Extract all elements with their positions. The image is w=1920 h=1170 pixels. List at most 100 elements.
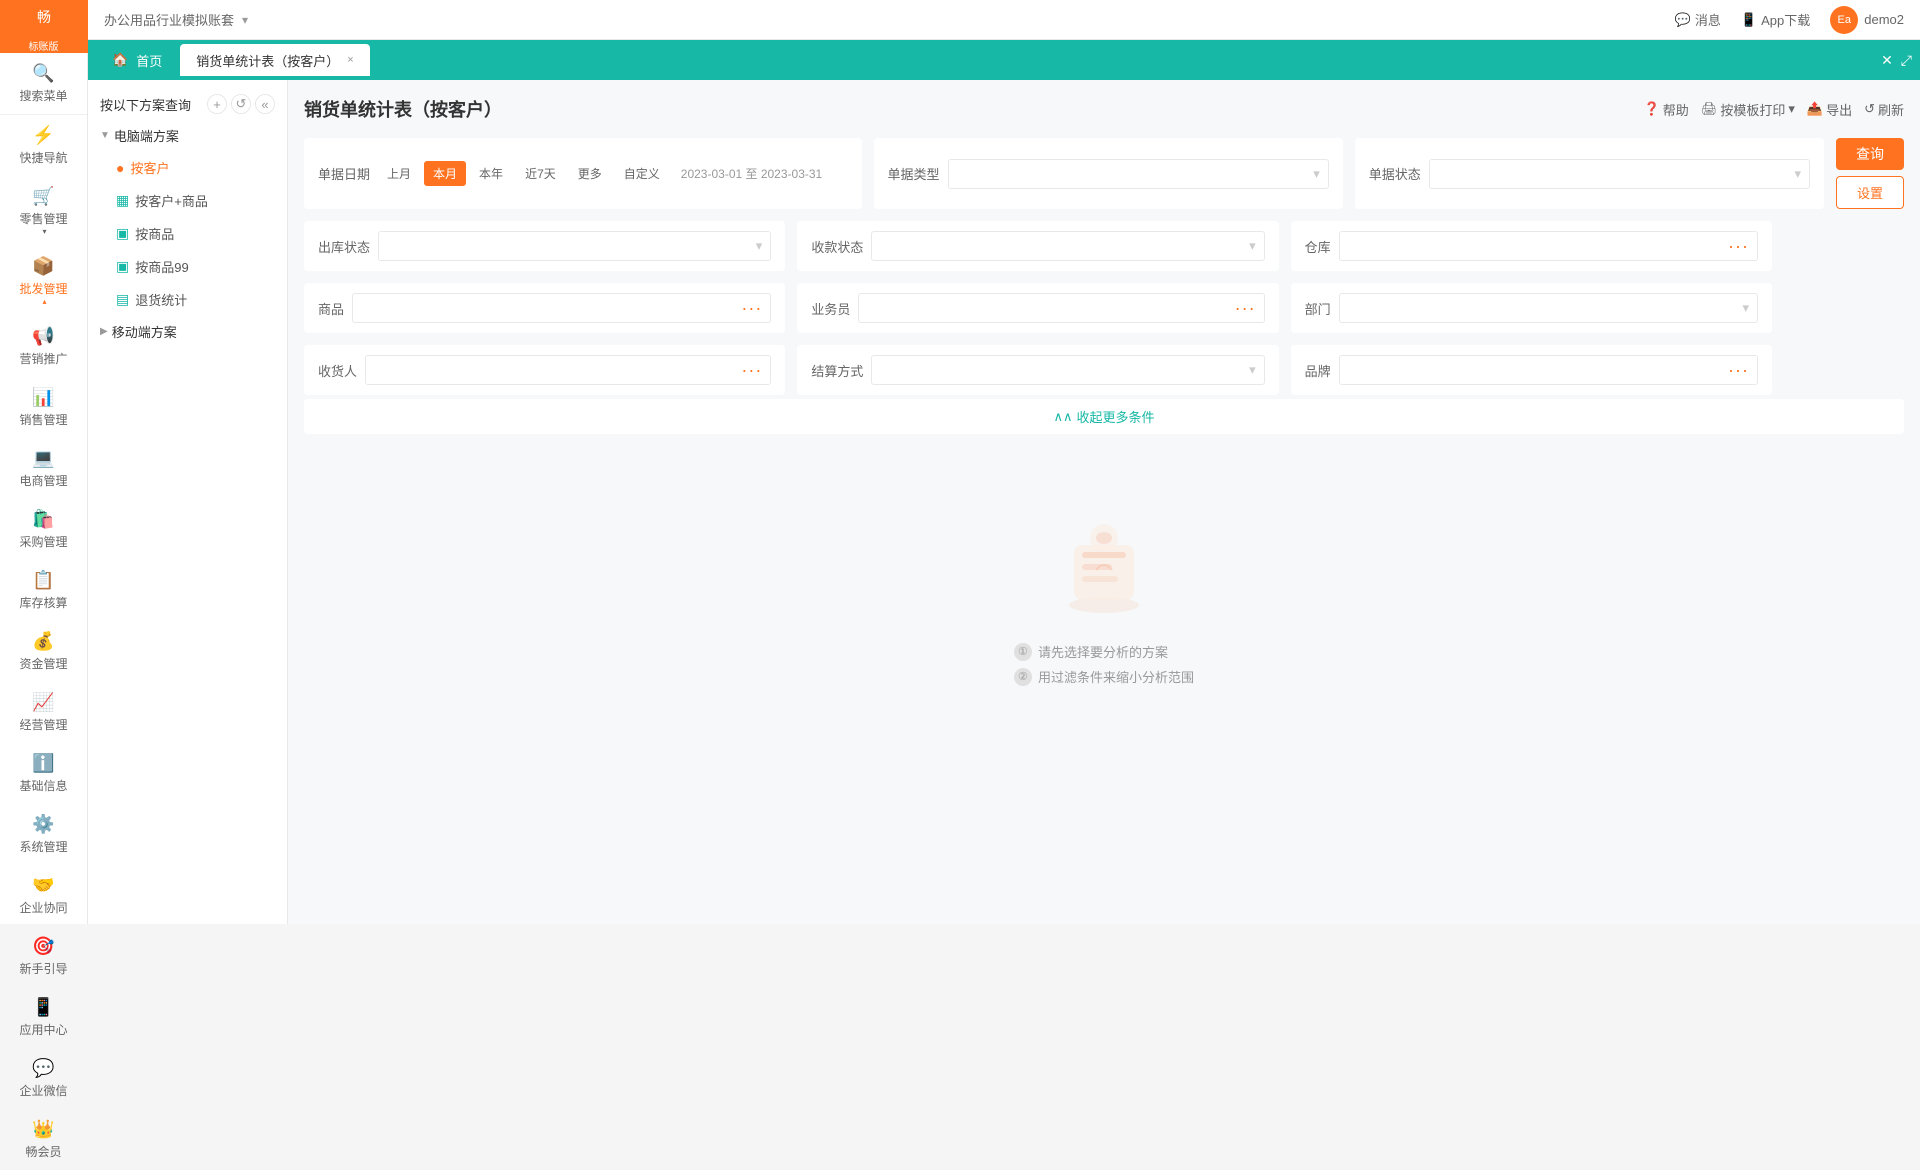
sidebar-item-qiye[interactable]: 🤝 企业协同: [0, 865, 87, 926]
doc-status-select[interactable]: ▾: [1429, 159, 1810, 189]
scheme-item-by-product-99[interactable]: ▣ 按商品99: [88, 250, 287, 283]
print-btn[interactable]: 🖨 按模板打印 ▾: [1701, 100, 1795, 119]
receiver-cell: 收货人 ···: [304, 345, 785, 395]
export-btn[interactable]: 📤 导出: [1807, 100, 1852, 119]
message-btn[interactable]: 💬 消息: [1675, 10, 1721, 29]
product-select[interactable]: ···: [352, 293, 771, 323]
topbar-title: 办公用品行业模拟账套: [104, 10, 234, 29]
sidebar: 畅 标账版 🔍 搜索菜单 ⚡ 快捷导航 🛒 零售管理 ▾ 📦 批发管理 ▴ 📢 …: [0, 0, 88, 924]
app-download-btn[interactable]: 📱 App下载: [1741, 10, 1810, 29]
receipt-status-cell: 收款状态 ▾: [797, 221, 1278, 271]
user-section[interactable]: Ea demo2: [1830, 6, 1904, 34]
message-icon: 💬: [1675, 12, 1691, 28]
query-button[interactable]: 查询: [1836, 138, 1904, 170]
sidebar-item-pifa[interactable]: 📦 批发管理 ▴: [0, 246, 87, 316]
date-btn-this-month[interactable]: 本月: [424, 161, 466, 186]
sidebar-item-kucun[interactable]: 📋 库存核算: [0, 560, 87, 621]
box2-icon: ▣: [116, 225, 129, 242]
scheme-item-by-customer[interactable]: ● 按客户: [88, 151, 287, 184]
maximize-window-icon[interactable]: ⤢: [1901, 52, 1912, 69]
scheme-add-btn[interactable]: +: [207, 94, 227, 114]
box3-icon: ▣: [116, 258, 129, 275]
collapse-bar[interactable]: ∧∧ 收起更多条件: [304, 399, 1904, 434]
date-btn-this-year[interactable]: 本年: [470, 161, 512, 186]
main-area: 办公用品行业模拟账套 ▾ 💬 消息 📱 App下载 Ea demo2 🏠 首页 …: [88, 0, 1920, 924]
department-label: 部门: [1305, 299, 1331, 318]
sidebar-item-kuaijie[interactable]: ⚡ 快捷导航: [0, 115, 87, 176]
tab-home[interactable]: 🏠 首页: [96, 44, 178, 76]
sidebar-item-xinshou[interactable]: 🎯 新手引导: [0, 926, 87, 987]
settings-button[interactable]: 设置: [1836, 176, 1904, 209]
date-btn-more[interactable]: 更多: [569, 161, 611, 186]
topbar-left: 办公用品行业模拟账套 ▾: [104, 10, 248, 29]
sidebar-item-lingshou[interactable]: 🛒 零售管理 ▾: [0, 176, 87, 246]
warehouse-label: 仓库: [1305, 237, 1331, 256]
warehouse-select[interactable]: ···: [1339, 231, 1758, 261]
triangle-down-icon: ▼: [100, 130, 110, 141]
sidebar-item-zijin[interactable]: 💰 资金管理: [0, 621, 87, 682]
date-btn-last-month[interactable]: 上月: [378, 161, 420, 186]
brand-select[interactable]: ···: [1339, 355, 1758, 385]
sidebar-item-dianshang[interactable]: 💻 电商管理: [0, 438, 87, 499]
doc-type-select[interactable]: ▾: [948, 159, 1329, 189]
sidebar-item-xitong[interactable]: ⚙️ 系统管理: [0, 804, 87, 865]
help-btn[interactable]: ❓ 帮助: [1644, 100, 1689, 119]
close-tab-icon[interactable]: ×: [347, 54, 353, 66]
out-status-select[interactable]: ▾: [378, 231, 771, 261]
scheme-group-mobile-header[interactable]: ▶ 移动端方案: [88, 316, 287, 347]
more-dots-icon: ···: [1728, 236, 1749, 257]
tab-sales-stats[interactable]: 销货单统计表（按客户） ×: [180, 44, 369, 76]
settlement-select[interactable]: ▾: [871, 355, 1264, 385]
sidebar-item-weixin[interactable]: 💬 企业微信: [0, 1048, 87, 1109]
sidebar-item-huiyuan[interactable]: 👑 畅会员: [0, 1109, 87, 1170]
scheme-refresh-btn[interactable]: ↺: [231, 94, 251, 114]
search-icon: 🔍: [32, 63, 54, 84]
scheme-group-desktop-header[interactable]: ▼ 电脑端方案: [88, 120, 287, 151]
receiver-label: 收货人: [318, 361, 357, 380]
print-dropdown-icon: ▾: [1788, 101, 1795, 117]
sidebar-item-jichu[interactable]: ℹ️ 基础信息: [0, 743, 87, 804]
sidebar-item-yingyong[interactable]: 📱 应用中心: [0, 987, 87, 1048]
date-filter-label: 单据日期: [318, 164, 370, 183]
salesperson-select[interactable]: ···: [858, 293, 1264, 323]
sidebar-item-yingxiao[interactable]: 📢 营销推广: [0, 316, 87, 377]
search-menu[interactable]: 🔍 搜索菜单: [0, 53, 87, 115]
close-window-icon[interactable]: ✕: [1881, 52, 1893, 69]
receiver-select[interactable]: ···: [365, 355, 771, 385]
sidebar-item-xiaoshou[interactable]: 📊 销售管理: [0, 377, 87, 438]
gear-icon: ⚙️: [32, 814, 54, 835]
salesperson-label: 业务员: [811, 299, 850, 318]
scheme-item-by-product[interactable]: ▣ 按商品: [88, 217, 287, 250]
chevron-down-icon: ▾: [42, 227, 46, 236]
empty-illustration: [1044, 510, 1164, 630]
topbar-dropdown[interactable]: ▾: [242, 13, 248, 27]
refresh-btn[interactable]: ↺ 刷新: [1864, 100, 1904, 119]
scheme-header-label: 按以下方案查询: [100, 95, 191, 114]
megaphone-icon: 📢: [32, 326, 54, 347]
clipboard-icon: 📋: [32, 570, 54, 591]
tabbar: 🏠 首页 销货单统计表（按客户） × ✕ ⤢: [88, 40, 1920, 80]
print-icon: 🖨: [1701, 101, 1718, 117]
chevron-down-icon6: ▾: [1249, 362, 1256, 378]
avatar: Ea: [1830, 6, 1858, 34]
date-btn-custom[interactable]: 自定义: [615, 161, 669, 186]
sidebar-item-caigou[interactable]: 🛍️ 采购管理: [0, 499, 87, 560]
department-select[interactable]: ▾: [1339, 293, 1758, 323]
product-label: 商品: [318, 299, 344, 318]
money-icon: 💰: [32, 631, 54, 652]
chart-bar-icon: ▦: [116, 192, 129, 209]
user-icon: ●: [116, 160, 124, 176]
date-btn-7days[interactable]: 近7天: [516, 161, 565, 186]
page-title-actions: ❓ 帮助 🖨 按模板打印 ▾ 📤 导出 ↺ 刷新: [1644, 100, 1904, 119]
settlement-label: 结算方式: [811, 361, 863, 380]
empty-tip-2: ② 用过滤条件来缩小分析范围: [1014, 667, 1194, 686]
export-icon: 📤: [1807, 101, 1823, 117]
scheme-group-desktop: ▼ 电脑端方案 ● 按客户 ▦ 按客户+商品 ▣ 按商品 ▣ 按商品99: [88, 120, 287, 316]
scheme-item-by-customer-product[interactable]: ▦ 按客户+商品: [88, 184, 287, 217]
sidebar-item-jingying[interactable]: 📈 经营管理: [0, 682, 87, 743]
scheme-collapse-btn[interactable]: «: [255, 94, 275, 114]
more-dots-icon3: ···: [1235, 298, 1256, 319]
receipt-status-select[interactable]: ▾: [871, 231, 1264, 261]
chart-icon: 📊: [32, 387, 54, 408]
scheme-item-return-stats[interactable]: ▤ 退货统计: [88, 283, 287, 316]
